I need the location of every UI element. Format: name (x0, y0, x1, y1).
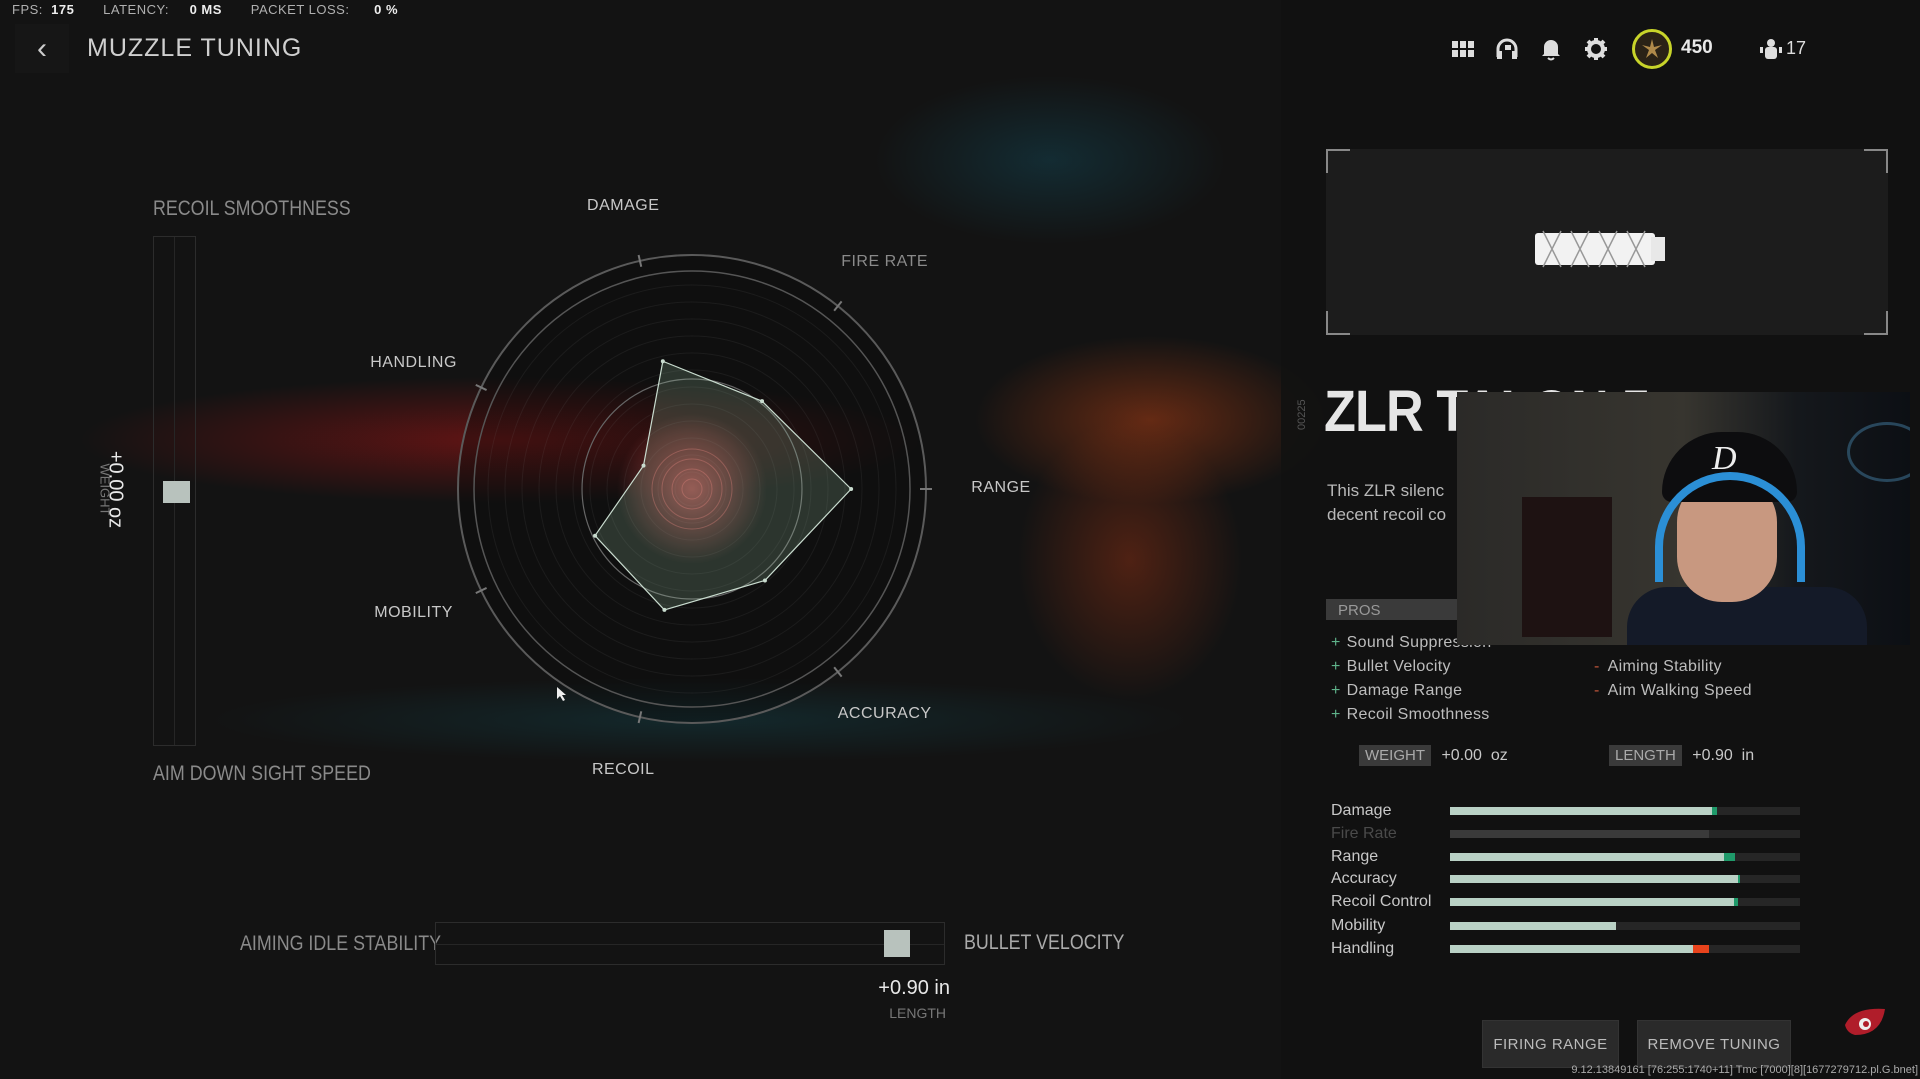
radar-point (641, 463, 646, 468)
rank-emblem-icon[interactable] (1632, 29, 1672, 69)
radar-axis-label: RANGE (971, 478, 1031, 496)
stat-bar-fill (1450, 807, 1712, 815)
radar-point (662, 607, 667, 612)
weight-attr-value: +0.00 oz (1441, 747, 1508, 764)
weapon-description: This ZLR silenc decent recoil co (1327, 479, 1446, 527)
stat-label: Range (1331, 848, 1379, 865)
stat-bar-accuracy (1450, 875, 1800, 883)
pro-item: + Bullet Velocity (1331, 658, 1451, 675)
headset-icon[interactable] (1494, 36, 1520, 62)
suppressor-image (1535, 230, 1665, 268)
length-value: +0.90 in (878, 977, 950, 999)
horizontal-left-label: AIMING IDLE STABILITY (240, 932, 442, 955)
description-line: This ZLR silenc (1327, 481, 1445, 500)
party-count: 17 (1786, 38, 1807, 58)
horizontal-slider-knob[interactable] (884, 930, 911, 957)
stat-label: Handling (1331, 940, 1395, 957)
webcam-overlay: D (1457, 392, 1910, 645)
stat-bar-handling (1450, 945, 1800, 953)
radar-axis-label: DAMAGE (587, 197, 660, 215)
attachment-preview (1326, 149, 1888, 335)
weapon-code: 00225 (1296, 399, 1308, 430)
stat-bar-fill (1450, 853, 1725, 861)
radar-point (760, 399, 765, 404)
stat-label: Accuracy (1331, 870, 1397, 887)
con-item: - Aiming Stability (1594, 658, 1722, 675)
stat-bar-mobility (1450, 922, 1800, 930)
streamer-logo-icon (1845, 1008, 1885, 1035)
radar-point (593, 533, 598, 538)
stat-bar-fill (1450, 875, 1738, 883)
stat-label: Fire Rate (1331, 825, 1397, 842)
radar-chart (457, 254, 933, 724)
weight-attribute: WEIGHT +0.00 oz (1359, 745, 1508, 766)
stat-bar-fill (1450, 898, 1734, 906)
firing-range-button[interactable]: FIRING RANGE (1482, 1020, 1619, 1068)
grid-icon[interactable] (1450, 36, 1476, 62)
mouse-cursor-icon (557, 687, 566, 701)
pros-list: + Sound Suppression + Bullet Velocity + Dam… (1331, 631, 1491, 727)
radar-point (762, 578, 767, 583)
length-label: LENGTH (889, 1005, 946, 1021)
radar-axis-label: FIRE RATE (841, 253, 929, 271)
radar-axis-label: RECOIL (591, 760, 655, 778)
party-icon[interactable] (1758, 36, 1784, 62)
weight-tag: WEIGHT (1359, 745, 1431, 766)
stat-bar-fill (1450, 922, 1617, 930)
stat-bar-fill (1450, 830, 1709, 838)
length-attr-value: +0.90 in (1692, 747, 1755, 764)
remove-tuning-button[interactable]: REMOVE TUNING (1637, 1020, 1791, 1068)
stat-bar-damage (1450, 807, 1800, 815)
currency-count: 450 (1681, 37, 1713, 58)
stat-label: Recoil Control (1331, 893, 1432, 910)
horizontal-tuning-slider[interactable] (435, 922, 945, 965)
stat-label: Damage (1331, 802, 1392, 819)
stat-label: Mobility (1331, 917, 1386, 934)
stat-bar-delta (1693, 945, 1710, 953)
bell-icon[interactable] (1538, 36, 1564, 62)
stat-bar-delta (1733, 898, 1739, 906)
stat-bar-delta (1737, 875, 1740, 883)
gear-icon[interactable] (1583, 36, 1609, 62)
radar-axis-label: MOBILITY (374, 604, 453, 622)
radar-axis-label: HANDLING (370, 353, 457, 371)
con-item: - Aim Walking Speed (1594, 682, 1752, 699)
stat-bar-fire-rate (1450, 830, 1800, 838)
length-attribute: LENGTH +0.90 in (1609, 745, 1755, 766)
stat-bar-fill (1450, 945, 1694, 953)
radar-point (660, 359, 665, 364)
description-line: decent recoil co (1327, 505, 1447, 524)
stat-bar-delta (1711, 807, 1718, 815)
cons-list: - Aiming Stability - Aim Walking Speed (1594, 655, 1752, 703)
horizontal-right-label: BULLET VELOCITY (964, 931, 1125, 954)
stat-bar-delta (1724, 853, 1736, 861)
radar-point (849, 486, 854, 491)
build-info: 9.12.13849161 [76:255:1740+11] Tmc [7000… (1571, 1064, 1918, 1076)
stat-bar-recoil-control (1450, 898, 1800, 906)
radar-axis-label: ACCURACY (837, 704, 932, 722)
pro-item: + Damage Range (1331, 682, 1463, 699)
length-tag: LENGTH (1609, 745, 1682, 766)
stat-bar-range (1450, 853, 1800, 861)
pro-item: + Recoil Smoothness (1331, 706, 1490, 723)
